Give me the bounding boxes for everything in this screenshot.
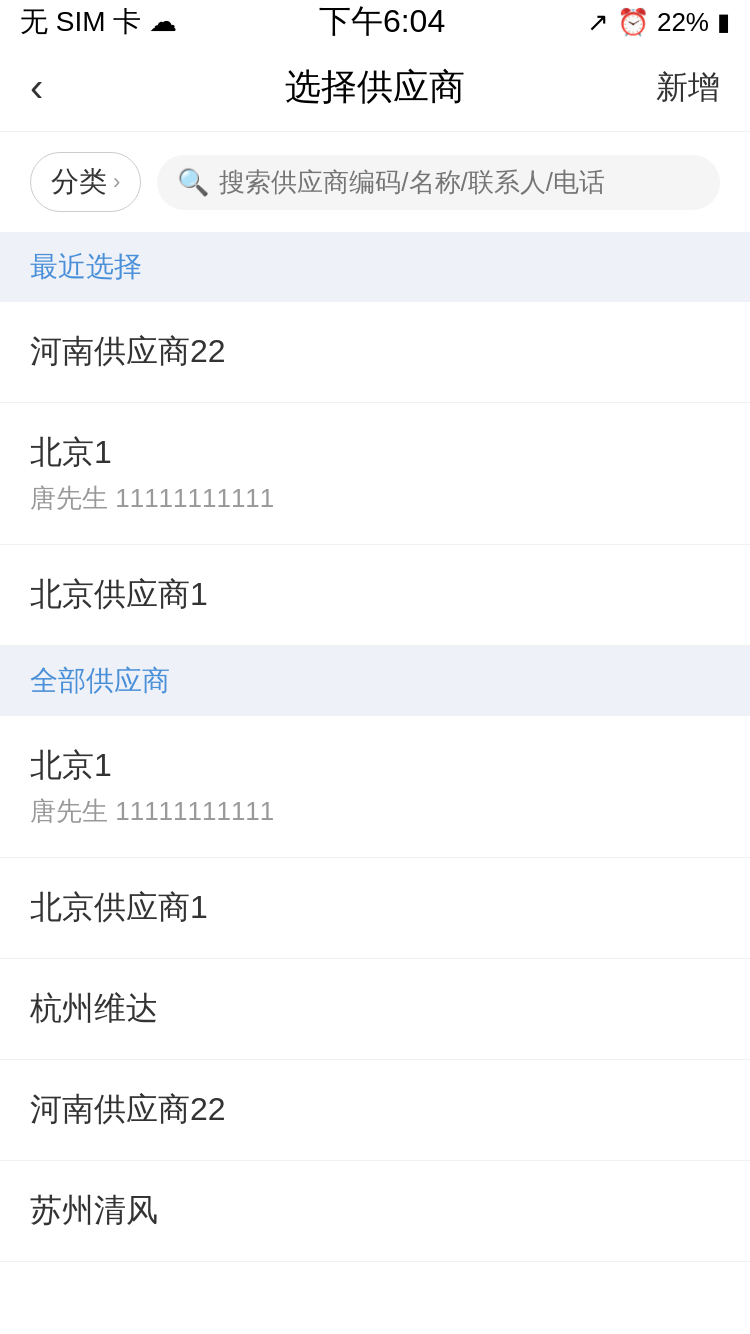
search-input[interactable] xyxy=(219,167,700,198)
search-bar: 分类 › 🔍 xyxy=(0,132,750,232)
all-section-header: 全部供应商 xyxy=(0,646,750,716)
alarm-icon: ⏰ xyxy=(617,7,649,38)
chevron-right-icon: › xyxy=(113,169,120,195)
list-item[interactable]: 北京供应商1 xyxy=(0,545,750,646)
status-time: 下午6:04 xyxy=(319,0,445,44)
item-sub: 唐先生 11111111111 xyxy=(30,794,720,829)
item-name: 河南供应商22 xyxy=(30,330,720,374)
all-section-label: 全部供应商 xyxy=(30,665,170,696)
item-name: 河南供应商22 xyxy=(30,1088,720,1132)
location-icon: ↗ xyxy=(587,7,609,38)
status-left: 无 SIM 卡 ☁ xyxy=(20,3,177,41)
status-right: ↗ ⏰ 22% ▮ xyxy=(587,7,730,38)
recent-section-label: 最近选择 xyxy=(30,251,142,282)
item-name: 北京1 xyxy=(30,431,720,475)
list-item[interactable]: 河南供应商22 xyxy=(0,302,750,403)
battery-icon: ▮ xyxy=(717,8,730,36)
all-list: 北京1 唐先生 11111111111 北京供应商1 杭州维达河南供应商22 苏州清风 xyxy=(0,716,750,1262)
signal-text: 无 SIM 卡 ☁ xyxy=(20,3,177,41)
category-label: 分类 xyxy=(51,163,107,201)
add-button[interactable]: 新增 xyxy=(640,66,720,110)
back-button[interactable]: ‹ xyxy=(30,65,110,110)
category-filter-button[interactable]: 分类 › xyxy=(30,152,141,212)
item-name: 北京供应商1 xyxy=(30,886,720,930)
list-item[interactable]: 河南供应商22 xyxy=(0,1060,750,1161)
search-wrapper[interactable]: 🔍 xyxy=(157,155,720,210)
item-name: 北京1 xyxy=(30,744,720,788)
status-bar: 无 SIM 卡 ☁ 下午6:04 ↗ ⏰ 22% ▮ xyxy=(0,0,750,44)
search-icon: 🔍 xyxy=(177,167,209,198)
list-item[interactable]: 北京1 唐先生 11111111111 xyxy=(0,716,750,858)
item-name: 北京供应商1 xyxy=(30,573,720,617)
page-title: 选择供应商 xyxy=(285,63,465,112)
list-item[interactable]: 北京供应商1 xyxy=(0,858,750,959)
recent-list: 河南供应商22 北京1 唐先生 11111111111 北京供应商1 xyxy=(0,302,750,646)
list-item[interactable]: 北京1 唐先生 11111111111 xyxy=(0,403,750,545)
item-sub: 唐先生 11111111111 xyxy=(30,481,720,516)
recent-section-header: 最近选择 xyxy=(0,232,750,302)
item-name: 杭州维达 xyxy=(30,987,720,1031)
list-item[interactable]: 杭州维达 xyxy=(0,959,750,1060)
battery-text: 22% xyxy=(657,7,709,38)
nav-bar: ‹ 选择供应商 新增 xyxy=(0,44,750,132)
item-name: 苏州清风 xyxy=(30,1189,720,1233)
list-item[interactable]: 苏州清风 xyxy=(0,1161,750,1262)
